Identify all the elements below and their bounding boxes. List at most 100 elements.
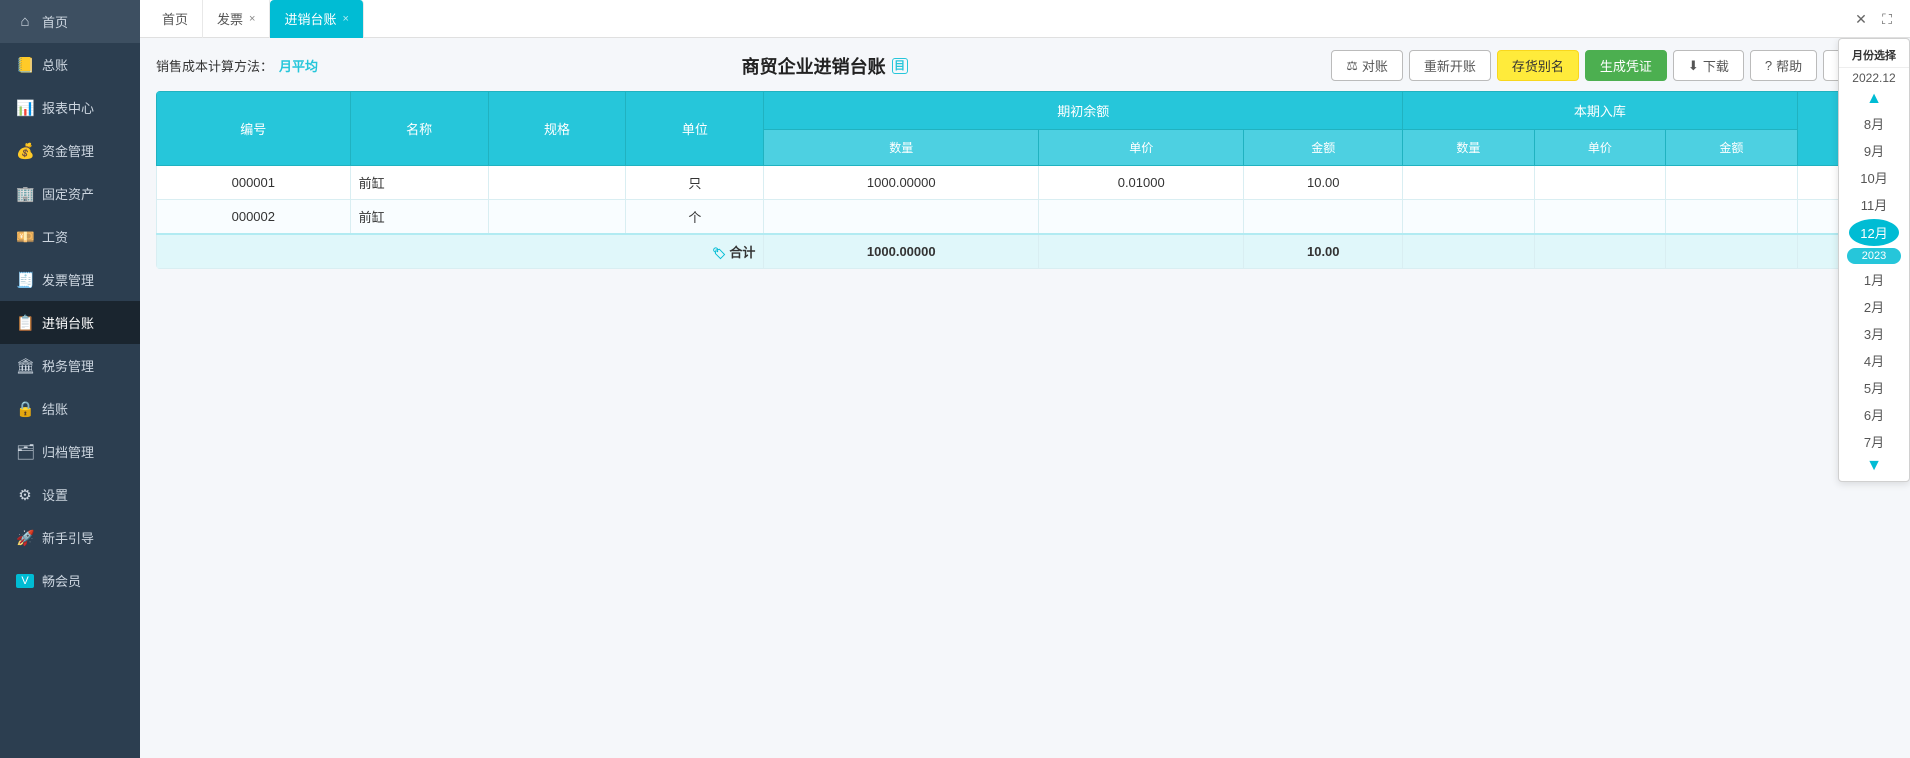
data-table: 编号 名称 规格 单位 期初余额 本期入库 数 数量 单价 金额 数量 单价 bbox=[156, 91, 1894, 269]
reconcile-icon: ⚖ bbox=[1346, 58, 1358, 74]
total-in-amount bbox=[1666, 234, 1798, 269]
sidebar-item-label: 进销台账 bbox=[42, 313, 94, 332]
tab-home[interactable]: 首页 bbox=[148, 0, 203, 38]
next-year-badge: 2023 bbox=[1847, 248, 1901, 264]
current-year-label: 2022.12 bbox=[1839, 68, 1909, 88]
table-wrapper: 编号 名称 规格 单位 期初余额 本期入库 数 数量 单价 金额 数量 单价 bbox=[156, 91, 1894, 269]
sidebar-item-label: 首页 bbox=[42, 12, 68, 31]
sidebar-item-fund-management[interactable]: 💰 资金管理 bbox=[0, 129, 140, 172]
sidebar-item-label: 归档管理 bbox=[42, 442, 94, 461]
sidebar-item-report-center[interactable]: 📊 报表中心 bbox=[0, 86, 140, 129]
month-10[interactable]: 10月 bbox=[1839, 164, 1909, 191]
sidebar-item-label: 固定资产 bbox=[42, 184, 94, 203]
guide-icon: 🚀 bbox=[16, 529, 34, 547]
sidebar-item-close-accounts[interactable]: 🔒 结账 bbox=[0, 387, 140, 430]
info-icon[interactable]: 目 bbox=[892, 58, 908, 74]
cell-no: 000002 bbox=[157, 200, 351, 235]
sidebar-item-beginner-guide[interactable]: 🚀 新手引导 bbox=[0, 516, 140, 559]
home-icon: ⌂ bbox=[16, 13, 34, 30]
settings-icon: ⚙ bbox=[16, 486, 34, 504]
sidebar-item-label: 资金管理 bbox=[42, 141, 94, 160]
col-unit: 单位 bbox=[626, 92, 764, 166]
month-nav-up[interactable]: ▲ bbox=[1839, 88, 1909, 110]
cell-unit: 只 bbox=[626, 166, 764, 200]
help-button[interactable]: ? 帮助 bbox=[1750, 50, 1817, 81]
sidebar-item-invoice-management[interactable]: 🧾 发票管理 bbox=[0, 258, 140, 301]
month-8[interactable]: 8月 bbox=[1839, 110, 1909, 137]
tab-invoice-close[interactable]: × bbox=[249, 13, 255, 25]
sidebar-item-archive-management[interactable]: 🗂 归档管理 bbox=[0, 430, 140, 473]
month-9[interactable]: 9月 bbox=[1839, 137, 1909, 164]
month-1[interactable]: 1月 bbox=[1839, 266, 1909, 293]
month-nav-down[interactable]: ▼ bbox=[1839, 455, 1909, 477]
total-row: 🏷合计 1000.00000 10.00 bbox=[157, 234, 1894, 269]
month-4[interactable]: 4月 bbox=[1839, 347, 1909, 374]
sidebar-item-label: 结账 bbox=[42, 399, 68, 418]
tab-invoice[interactable]: 发票 × bbox=[203, 0, 270, 38]
sidebar-item-label: 新手引导 bbox=[42, 528, 94, 547]
col-name: 名称 bbox=[350, 92, 488, 166]
sidebar: ⌂ 首页 📒 总账 📊 报表中心 💰 资金管理 🏢 固定资产 💴 工资 🧾 发票… bbox=[0, 0, 140, 758]
save-alias-button[interactable]: 存货别名 bbox=[1497, 50, 1579, 81]
month-11[interactable]: 11月 bbox=[1839, 191, 1909, 218]
sidebar-item-settings[interactable]: ⚙ 设置 bbox=[0, 473, 140, 516]
table-row: 000001 前缸 只 1000.00000 0.01000 10.00 bbox=[157, 166, 1894, 200]
month-5[interactable]: 5月 bbox=[1839, 374, 1909, 401]
sidebar-item-home[interactable]: ⌂ 首页 bbox=[0, 0, 140, 43]
cell-spec bbox=[488, 166, 626, 200]
cell-name: 前缸 bbox=[350, 166, 488, 200]
fixed-assets-icon: 🏢 bbox=[16, 185, 34, 203]
sidebar-item-fixed-assets[interactable]: 🏢 固定资产 bbox=[0, 172, 140, 215]
cost-method-label: 销售成本计算方法： bbox=[156, 56, 273, 75]
sidebar-item-label: 设置 bbox=[42, 485, 68, 504]
month-3[interactable]: 3月 bbox=[1839, 320, 1909, 347]
sidebar-item-payroll[interactable]: 💴 工资 bbox=[0, 215, 140, 258]
generate-voucher-button[interactable]: 生成凭证 bbox=[1585, 50, 1667, 81]
col-spec: 规格 bbox=[488, 92, 626, 166]
sidebar-item-label: 畅会员 bbox=[42, 571, 81, 590]
maximize-window-button[interactable]: ⛶ bbox=[1876, 8, 1898, 30]
member-icon: V bbox=[16, 574, 34, 588]
col-opening-qty: 数量 bbox=[764, 130, 1039, 166]
total-in-price bbox=[1534, 234, 1666, 269]
month-panel: 月份选择 2022.12 ▲ 8月 9月 10月 11月 12月 2023 1月… bbox=[1838, 38, 1910, 482]
sidebar-item-tax-management[interactable]: 🏛 税务管理 bbox=[0, 344, 140, 387]
sidebar-item-member[interactable]: V 畅会员 bbox=[0, 559, 140, 602]
total-opening-qty: 1000.00000 bbox=[764, 234, 1039, 269]
col-in-price: 单价 bbox=[1534, 130, 1666, 166]
tab-purchase-sales-close[interactable]: × bbox=[342, 13, 348, 25]
page-title: 商贸企业进销台账 目 bbox=[742, 53, 908, 79]
download-button[interactable]: ⬇ 下载 bbox=[1673, 50, 1744, 81]
window-controls: ✕ ⛶ bbox=[1838, 0, 1910, 38]
cell-in-qty bbox=[1403, 166, 1535, 200]
sidebar-item-purchase-sales[interactable]: 📋 进销台账 bbox=[0, 301, 140, 344]
toolbar-right: ⚖ 对账 重新开账 存货别名 生成凭证 ⬇ 下载 ? 帮助 bbox=[1331, 50, 1894, 81]
tab-purchase-sales[interactable]: 进销台账 × bbox=[270, 0, 363, 38]
cell-opening-amount bbox=[1244, 200, 1403, 235]
sidebar-item-general-ledger[interactable]: 📒 总账 bbox=[0, 43, 140, 86]
cell-no: 000001 bbox=[157, 166, 351, 200]
total-label: 🏷合计 bbox=[157, 234, 764, 269]
reconcile-button[interactable]: ⚖ 对账 bbox=[1331, 50, 1403, 81]
close-window-button[interactable]: ✕ bbox=[1850, 8, 1872, 30]
tabs-bar: 首页 发票 × 进销台账 × bbox=[140, 0, 1910, 38]
month-panel-header: 月份选择 bbox=[1839, 43, 1909, 68]
month-7[interactable]: 7月 bbox=[1839, 428, 1909, 455]
table-row: 000002 前缸 个 bbox=[157, 200, 1894, 235]
sidebar-item-label: 税务管理 bbox=[42, 356, 94, 375]
month-2[interactable]: 2月 bbox=[1839, 293, 1909, 320]
reopen-button[interactable]: 重新开账 bbox=[1409, 50, 1491, 81]
cell-in-qty bbox=[1403, 200, 1535, 235]
cost-method-value: 月平均 bbox=[279, 56, 318, 75]
fund-icon: 💰 bbox=[16, 142, 34, 160]
purchase-sales-icon: 📋 bbox=[16, 314, 34, 332]
month-12[interactable]: 12月 bbox=[1849, 219, 1899, 246]
cell-in-price bbox=[1534, 200, 1666, 235]
cell-name: 前缸 bbox=[350, 200, 488, 235]
col-current-in: 本期入库 bbox=[1403, 92, 1798, 130]
col-in-amount: 金额 bbox=[1666, 130, 1798, 166]
cell-in-amount bbox=[1666, 200, 1798, 235]
payroll-icon: 💴 bbox=[16, 228, 34, 246]
month-6[interactable]: 6月 bbox=[1839, 401, 1909, 428]
col-opening-amount: 金额 bbox=[1244, 130, 1403, 166]
